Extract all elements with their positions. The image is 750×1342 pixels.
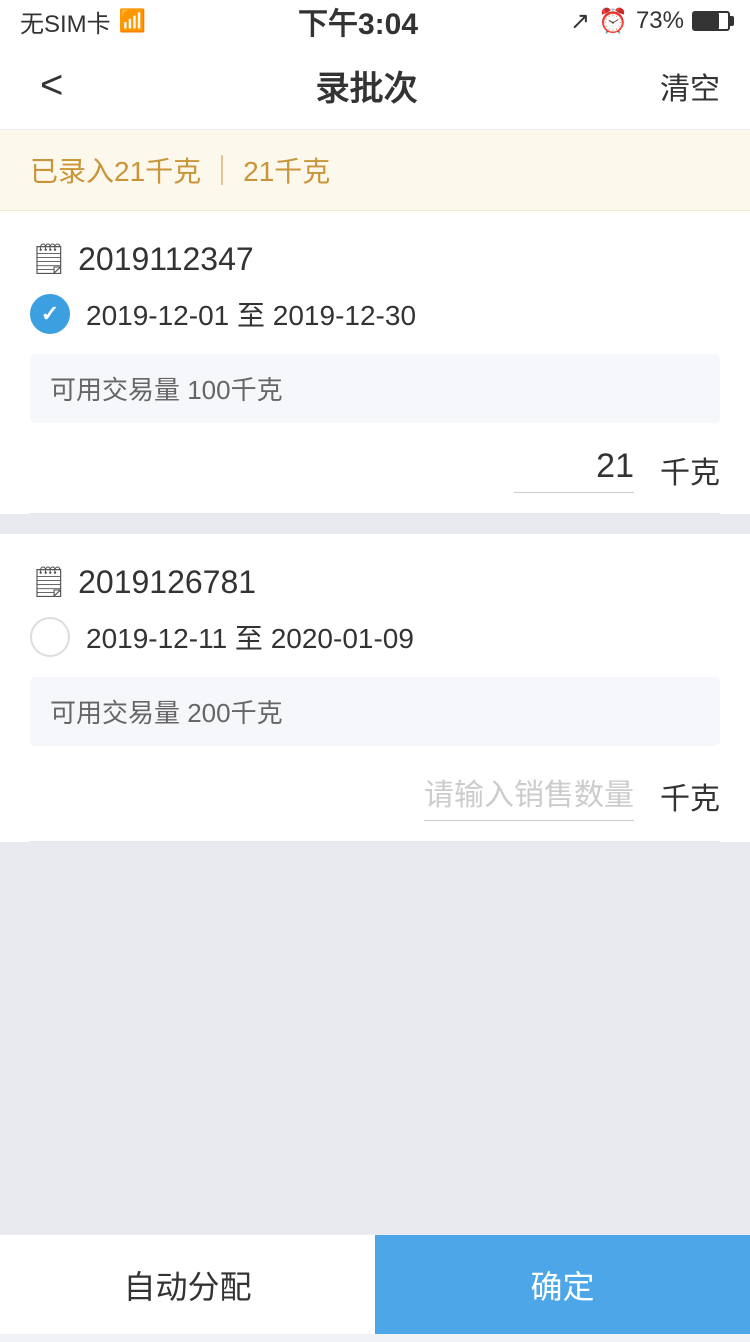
alarm-icon: ⏰ xyxy=(598,7,628,36)
recorded-amount: 已录入21千克 xyxy=(30,150,201,190)
batch-2-unit: 千克 xyxy=(660,774,720,818)
info-banner: 已录入21千克 21千克 xyxy=(0,130,750,211)
batch-1-input-wrapper[interactable]: 21 xyxy=(514,447,634,493)
batch-1-date: 2019-12-01 至 2019-12-30 xyxy=(86,294,416,334)
batch-1-icon: 🗒 xyxy=(30,242,68,277)
batch-2-quantity-row: 请输入销售数量 千克 xyxy=(0,746,750,821)
batch-1-quantity-row: 21 千克 xyxy=(0,423,750,493)
page-title: 录批次 xyxy=(316,61,418,110)
status-right: ↗ ⏰ 73% xyxy=(570,7,730,36)
location-icon: ↗ xyxy=(570,7,590,36)
section-gap xyxy=(0,514,750,534)
info-divider xyxy=(221,155,223,185)
batch-2-id: 2019126781 xyxy=(78,564,256,601)
batch-card-1-inner: 🗒 2019112347 2019-12-01 至 2019-12-30 可用交… xyxy=(0,211,750,423)
wifi-icon: 📶 xyxy=(119,8,146,34)
empty-area xyxy=(0,842,750,1242)
batch-2-icon: 🗒 xyxy=(30,565,68,600)
batch-card-2-inner: 🗒 2019126781 2019-12-11 至 2020-01-09 可用交… xyxy=(0,534,750,746)
battery-icon xyxy=(692,11,730,31)
carrier-label: 无SIM卡 xyxy=(20,4,111,39)
batch-2-avail: 可用交易量 200千克 xyxy=(30,677,720,746)
batch-card-2: 🗒 2019126781 2019-12-11 至 2020-01-09 可用交… xyxy=(0,534,750,842)
batch-1-id: 2019112347 xyxy=(78,241,254,278)
main-content: 🗒 2019112347 2019-12-01 至 2019-12-30 可用交… xyxy=(0,211,750,1342)
batch-card-1: 🗒 2019112347 2019-12-01 至 2019-12-30 可用交… xyxy=(0,211,750,514)
bottom-bar: 自动分配 确定 xyxy=(0,1234,750,1334)
batch-2-date: 2019-12-11 至 2020-01-09 xyxy=(86,617,414,657)
confirm-button[interactable]: 确定 xyxy=(375,1235,750,1334)
status-time: 下午3:04 xyxy=(298,0,418,43)
batch-1-date-row[interactable]: 2019-12-01 至 2019-12-30 xyxy=(30,294,720,334)
batch-1-value[interactable]: 21 xyxy=(596,447,634,486)
batch-1-radio[interactable] xyxy=(30,294,70,334)
status-left: 无SIM卡 📶 xyxy=(20,4,146,39)
batch-1-unit: 千克 xyxy=(660,448,720,492)
status-bar: 无SIM卡 📶 下午3:04 ↗ ⏰ 73% xyxy=(0,0,750,42)
batch-2-placeholder[interactable]: 请输入销售数量 xyxy=(424,770,634,814)
batch-2-date-row[interactable]: 2019-12-11 至 2020-01-09 xyxy=(30,617,720,657)
clear-button[interactable]: 清空 xyxy=(660,64,720,108)
nav-bar: < 录批次 清空 xyxy=(0,42,750,130)
total-amount: 21千克 xyxy=(243,150,330,190)
batch-1-header: 🗒 2019112347 xyxy=(30,241,720,278)
back-button[interactable]: < xyxy=(30,53,73,118)
batch-2-input-wrapper[interactable]: 请输入销售数量 xyxy=(424,770,634,821)
batch-2-radio[interactable] xyxy=(30,617,70,657)
batch-2-header: 🗒 2019126781 xyxy=(30,564,720,601)
battery-percent: 73% xyxy=(636,7,684,35)
auto-distribute-button[interactable]: 自动分配 xyxy=(0,1235,375,1334)
batch-1-avail: 可用交易量 100千克 xyxy=(30,354,720,423)
